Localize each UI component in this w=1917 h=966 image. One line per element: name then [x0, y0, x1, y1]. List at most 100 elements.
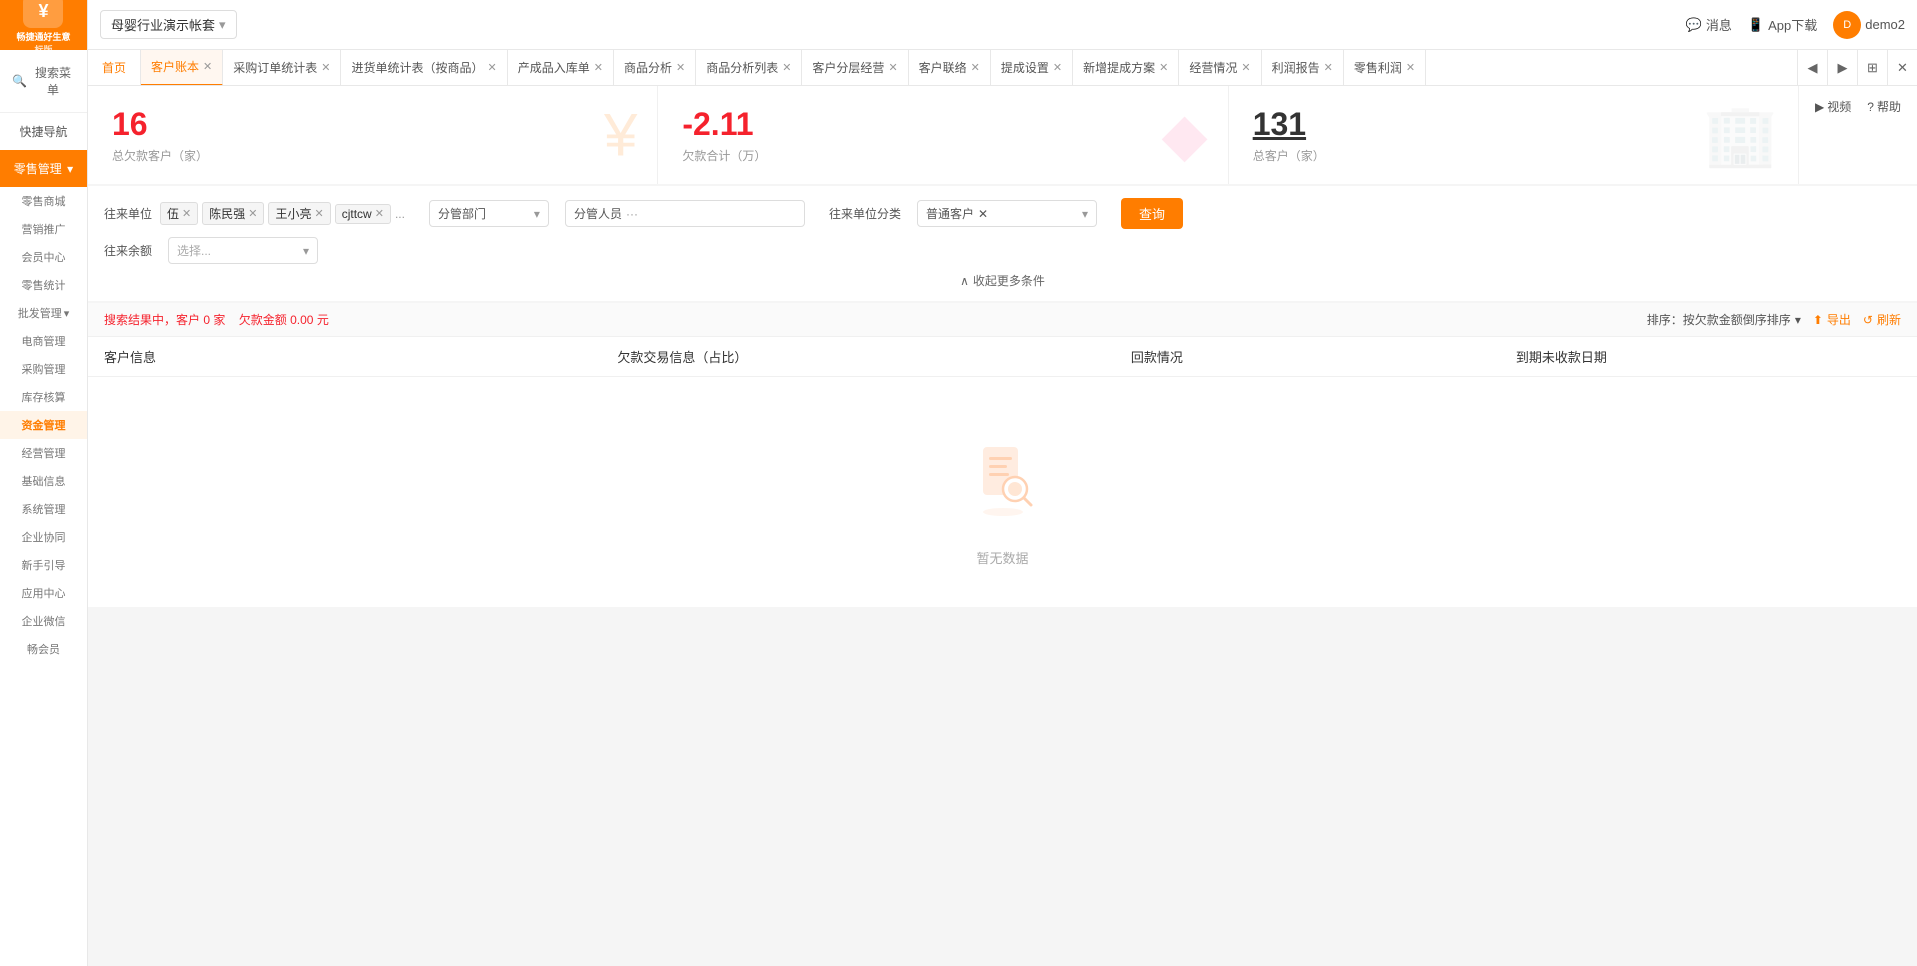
- company-selector[interactable]: 母婴行业演示帐套 ▾: [100, 10, 237, 39]
- search-menu-button[interactable]: 🔍 搜索菜单: [8, 60, 79, 102]
- sidebar-item-marketing[interactable]: 营销推广: [0, 215, 87, 243]
- tag-chen-remove[interactable]: ✕: [248, 207, 257, 220]
- help-btn[interactable]: ? 帮助: [1867, 98, 1901, 115]
- sidebar-item-quick-nav[interactable]: 快捷导航: [0, 113, 87, 150]
- tab-close-icon[interactable]: ✕: [594, 61, 603, 74]
- tab-close-icon[interactable]: ✕: [676, 61, 685, 74]
- tab-close-icon[interactable]: ✕: [1053, 61, 1062, 74]
- sidebar-item-inventory[interactable]: 库存核算: [0, 383, 87, 411]
- tab-retail-profit[interactable]: 零售利润 ✕: [1344, 50, 1426, 86]
- more-options-icon[interactable]: ···: [626, 207, 638, 221]
- tab-customer-contact[interactable]: 客户联络 ✕: [909, 50, 991, 86]
- table-empty: 暂无数据: [88, 377, 1917, 607]
- tabs-bar: 首页 客户账本 ✕ 采购订单统计表 ✕ 进货单统计表（按商品） ✕ 产成品入库单…: [88, 50, 1917, 86]
- filter-person-select[interactable]: 分管人员 ···: [565, 200, 805, 227]
- video-btn[interactable]: ▶ 视频: [1815, 98, 1851, 115]
- sort-select[interactable]: 排序：按欠款金额倒序排序 ▾: [1647, 311, 1801, 328]
- stat-bg-yuan-icon: ¥: [604, 101, 637, 170]
- tab-customer-ledger[interactable]: 客户账本 ✕: [141, 50, 223, 86]
- tab-product-analysis[interactable]: 商品分析 ✕: [614, 50, 696, 86]
- app-download-btn[interactable]: 📱 App下载: [1748, 15, 1817, 34]
- sidebar-item-retail-stat[interactable]: 零售统计: [0, 271, 87, 299]
- tabs-close-all-btn[interactable]: ✕: [1887, 50, 1917, 86]
- sidebar-item-newuser[interactable]: 新手引导: [0, 551, 87, 579]
- filter-dept-select[interactable]: 分管部门 ▾: [429, 200, 549, 227]
- tab-close-icon[interactable]: ✕: [488, 61, 497, 74]
- tabs-expand-btn[interactable]: ⊞: [1857, 50, 1887, 86]
- logo-text: 畅捷通好生意: [16, 30, 70, 43]
- search-result-row: 搜索结果中，客户 0 家 欠款金额 0.00 元 排序：按欠款金额倒序排序 ▾ …: [88, 303, 1917, 337]
- sidebar-item-appstore[interactable]: 应用中心: [0, 579, 87, 607]
- sidebar-item-wholesale[interactable]: 批发管理▾: [0, 299, 87, 327]
- query-button[interactable]: 查询: [1121, 198, 1183, 229]
- sidebar-inventory-label: 库存核算: [22, 392, 66, 404]
- tab-new-commission-label: 新增提成方案: [1083, 59, 1155, 76]
- tab-close-icon[interactable]: ✕: [782, 61, 791, 74]
- tab-product-analysis-list-label: 商品分析列表: [706, 59, 778, 76]
- question-icon: ?: [1867, 100, 1874, 114]
- sidebar-item-retail-mgmt[interactable]: 零售管理 ▾: [0, 150, 87, 187]
- tab-profit-report-label: 利润报告: [1272, 59, 1320, 76]
- sidebar-item-ecommerce[interactable]: 电商管理: [0, 327, 87, 355]
- tabs-next-btn[interactable]: ▶: [1827, 50, 1857, 86]
- sidebar-item-sys-mgmt[interactable]: 系统管理: [0, 495, 87, 523]
- category-remove-icon[interactable]: ✕: [978, 207, 988, 221]
- tab-close-icon[interactable]: ✕: [1159, 61, 1168, 74]
- sort-label: 排序：按欠款金额倒序排序: [1647, 311, 1791, 328]
- sidebar-wholesale-label: 批发管理: [18, 305, 62, 321]
- tag-wu-remove[interactable]: ✕: [182, 207, 191, 220]
- tab-stock-stat[interactable]: 进货单统计表（按商品） ✕: [341, 50, 507, 86]
- sidebar-item-basic-info[interactable]: 基础信息: [0, 467, 87, 495]
- sidebar-item-capital[interactable]: 资金管理: [0, 411, 87, 439]
- tab-commission-settings[interactable]: 提成设置 ✕: [991, 50, 1073, 86]
- stat-total-value: 131: [1253, 106, 1774, 143]
- tab-stock-stat-label: 进货单统计表（按商品）: [351, 59, 483, 76]
- tag-cjttcw-remove[interactable]: ✕: [375, 207, 384, 220]
- tab-product-analysis-label: 商品分析: [624, 59, 672, 76]
- filter-more-btn[interactable]: ...: [395, 207, 405, 221]
- filter-dept-label: 分管部门: [438, 205, 486, 222]
- sidebar-search[interactable]: 🔍 搜索菜单: [0, 50, 87, 113]
- sidebar-item-retail-shop[interactable]: 零售商城: [0, 187, 87, 215]
- sidebar-basic-info-label: 基础信息: [22, 476, 66, 488]
- filter-balance-select[interactable]: 选择... ▾: [168, 237, 318, 264]
- tabs-prev-btn[interactable]: ◀: [1797, 50, 1827, 86]
- tab-home[interactable]: 首页: [88, 50, 141, 86]
- collapse-filter-btn[interactable]: ∧ 收起更多条件: [104, 272, 1901, 289]
- refresh-btn[interactable]: ↺ 刷新: [1863, 311, 1901, 328]
- tab-close-icon[interactable]: ✕: [888, 61, 897, 74]
- filter-category-value: 普通客户: [926, 205, 974, 222]
- tab-new-commission[interactable]: 新增提成方案 ✕: [1073, 50, 1179, 86]
- sidebar-newuser-label: 新手引导: [22, 560, 66, 572]
- tab-close-icon[interactable]: ✕: [1406, 61, 1415, 74]
- tab-close-icon[interactable]: ✕: [1324, 61, 1333, 74]
- tab-operation[interactable]: 经营情况 ✕: [1179, 50, 1261, 86]
- filter-balance-placeholder: 选择...: [177, 242, 211, 259]
- tab-customer-tier[interactable]: 客户分层经营 ✕: [802, 50, 908, 86]
- stats-row: ¥ 16 总欠款客户（家） ◆ -2.11 欠款合计（万） 🏢 131 总客户（…: [88, 86, 1917, 184]
- sidebar-item-member[interactable]: 会员中心: [0, 243, 87, 271]
- sidebar-item-enterprise[interactable]: 企业协同: [0, 523, 87, 551]
- message-btn[interactable]: 💬 消息: [1686, 15, 1732, 34]
- tab-product-analysis-list[interactable]: 商品分析列表 ✕: [696, 50, 802, 86]
- tab-close-icon[interactable]: ✕: [321, 61, 330, 74]
- user-menu[interactable]: D demo2: [1833, 11, 1905, 39]
- filter-category-select[interactable]: 普通客户 ✕ ▾: [917, 200, 1097, 227]
- tab-profit-report[interactable]: 利润报告 ✕: [1262, 50, 1344, 86]
- sidebar-item-wechat[interactable]: 企业微信: [0, 607, 87, 635]
- filter-tag-wang: 王小亮 ✕: [268, 202, 330, 225]
- tab-close-icon[interactable]: ✕: [971, 61, 980, 74]
- topbar-left: 母婴行业演示帐套 ▾: [100, 10, 237, 39]
- sidebar-item-purchase[interactable]: 采购管理: [0, 355, 87, 383]
- tab-product-inbound[interactable]: 产成品入库单 ✕: [508, 50, 614, 86]
- sidebar-item-operation[interactable]: 经营管理: [0, 439, 87, 467]
- tab-close-icon[interactable]: ✕: [203, 60, 212, 73]
- tag-wang-remove[interactable]: ✕: [315, 207, 324, 220]
- tab-close-icon[interactable]: ✕: [1241, 61, 1250, 74]
- tab-purchase-order[interactable]: 采购订单统计表 ✕: [223, 50, 341, 86]
- export-btn[interactable]: ⬆ 导出: [1813, 311, 1851, 328]
- app-download-label: App下载: [1768, 15, 1817, 34]
- tabs-controls: ◀ ▶ ⊞ ✕: [1797, 50, 1917, 86]
- stat-amount-value: -2.11: [682, 106, 1203, 143]
- sidebar-item-vip[interactable]: 畅会员: [0, 635, 87, 663]
